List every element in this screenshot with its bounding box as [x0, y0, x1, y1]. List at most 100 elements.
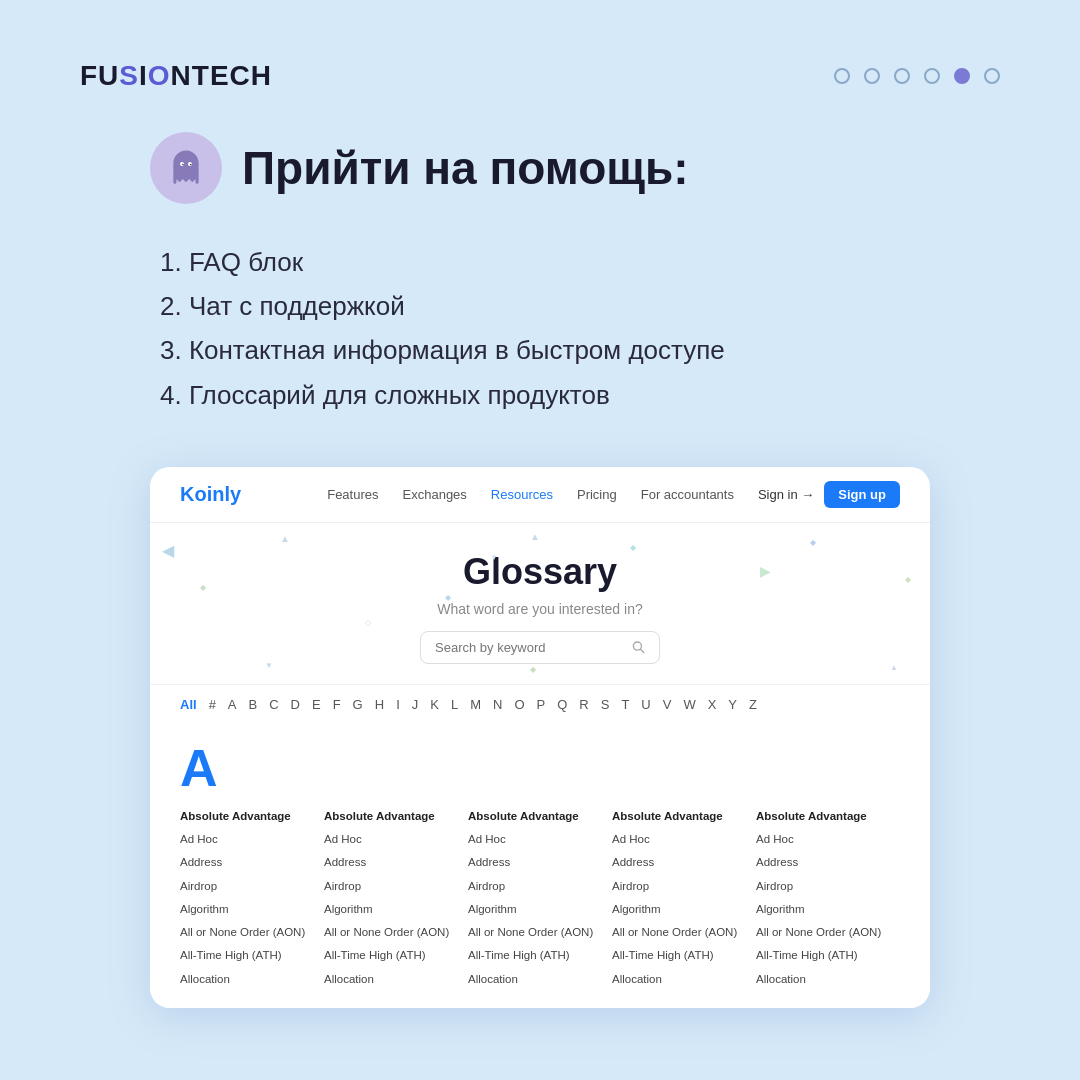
glossary-item[interactable]: Ad Hoc — [756, 831, 900, 848]
alpha-d[interactable]: D — [291, 697, 300, 712]
alpha-x[interactable]: X — [708, 697, 717, 712]
alpha-p[interactable]: P — [537, 697, 546, 712]
nav-pricing[interactable]: Pricing — [577, 487, 617, 502]
glossary-item[interactable]: Ad Hoc — [180, 831, 324, 848]
glossary-item[interactable]: All or None Order (AON) — [324, 924, 468, 941]
glossary-item[interactable]: Airdrop — [756, 878, 900, 895]
glossary-item[interactable]: Airdrop — [180, 878, 324, 895]
nav-exchanges[interactable]: Exchanges — [403, 487, 467, 502]
ghost-icon-container — [150, 132, 222, 204]
glossary-item[interactable]: Ad Hoc — [612, 831, 756, 848]
alpha-j[interactable]: J — [412, 697, 419, 712]
alpha-r[interactable]: R — [579, 697, 588, 712]
glossary-item[interactable]: Absolute Advantage — [756, 808, 900, 825]
alpha-m[interactable]: M — [470, 697, 481, 712]
glossary-item[interactable]: All-Time High (ATH) — [180, 947, 324, 964]
glossary-item[interactable]: All or None Order (AON) — [180, 924, 324, 941]
alpha-t[interactable]: T — [621, 697, 629, 712]
alpha-f[interactable]: F — [333, 697, 341, 712]
glossary-item[interactable]: Address — [180, 854, 324, 871]
dot-1[interactable] — [834, 68, 850, 84]
glossary-item[interactable]: Allocation — [324, 971, 468, 988]
glossary-item[interactable]: Address — [324, 854, 468, 871]
glossary-item[interactable]: All or None Order (AON) — [468, 924, 612, 941]
glossary-grid: Absolute Advantage Ad Hoc Address Airdro… — [150, 808, 930, 1008]
glossary-item[interactable]: Absolute Advantage — [612, 808, 756, 825]
pagination-dots — [834, 68, 1000, 84]
glossary-item[interactable]: Algorithm — [180, 901, 324, 918]
glossary-hero: ◀ ▲ ▲ ▼ ◆ ▶ ◆ ◆ ◆ ◆ ◆ ◆ ◇ Glossary What … — [150, 523, 930, 684]
glossary-item[interactable]: Address — [756, 854, 900, 871]
glossary-item[interactable]: Algorithm — [756, 901, 900, 918]
glossary-item[interactable]: Algorithm — [324, 901, 468, 918]
deco-diamond2: ◆ — [810, 538, 816, 547]
glossary-item[interactable]: All or None Order (AON) — [756, 924, 900, 941]
koinly-nav-links: Features Exchanges Resources Pricing For… — [327, 487, 734, 502]
glossary-item[interactable]: Address — [468, 854, 612, 871]
alpha-u[interactable]: U — [641, 697, 650, 712]
glossary-item[interactable]: Allocation — [612, 971, 756, 988]
glossary-col-4: Absolute Advantage Ad Hoc Address Airdro… — [612, 808, 756, 988]
glossary-item[interactable]: Allocation — [468, 971, 612, 988]
alpha-i[interactable]: I — [396, 697, 400, 712]
alpha-a[interactable]: A — [228, 697, 237, 712]
svg-point-3 — [190, 164, 192, 166]
alpha-e[interactable]: E — [312, 697, 321, 712]
glossary-item[interactable]: All-Time High (ATH) — [324, 947, 468, 964]
alpha-k[interactable]: K — [430, 697, 439, 712]
glossary-item[interactable]: All-Time High (ATH) — [468, 947, 612, 964]
alpha-hash[interactable]: # — [209, 697, 216, 712]
alpha-y[interactable]: Y — [728, 697, 737, 712]
alpha-b[interactable]: B — [249, 697, 258, 712]
glossary-col-5: Absolute Advantage Ad Hoc Address Airdro… — [756, 808, 900, 988]
glossary-item[interactable]: Airdrop — [468, 878, 612, 895]
nav-resources[interactable]: Resources — [491, 487, 553, 502]
glossary-item[interactable]: Absolute Advantage — [180, 808, 324, 825]
list-item-3: 3. Контактная информация в быстром досту… — [160, 328, 930, 372]
glossary-item[interactable]: Airdrop — [612, 878, 756, 895]
alpha-l[interactable]: L — [451, 697, 458, 712]
dot-2[interactable] — [864, 68, 880, 84]
glossary-item[interactable]: All or None Order (AON) — [612, 924, 756, 941]
glossary-item[interactable]: All-Time High (ATH) — [756, 947, 900, 964]
section-heading: Прийти на помощь: — [150, 132, 930, 204]
alpha-z[interactable]: Z — [749, 697, 757, 712]
glossary-item[interactable]: Algorithm — [612, 901, 756, 918]
glossary-item[interactable]: Allocation — [756, 971, 900, 988]
search-box[interactable] — [420, 631, 660, 664]
feature-list: 1. FAQ блок 2. Чат с поддержкой 3. Конта… — [150, 240, 930, 417]
glossary-item[interactable]: Ad Hoc — [468, 831, 612, 848]
alpha-v[interactable]: V — [663, 697, 672, 712]
alpha-s[interactable]: S — [601, 697, 610, 712]
glossary-item[interactable]: Ad Hoc — [324, 831, 468, 848]
alpha-h[interactable]: H — [375, 697, 384, 712]
deco-diamond8: ◇ — [365, 618, 371, 627]
current-letter-heading: A — [150, 724, 930, 808]
nav-for-accountants[interactable]: For accountants — [641, 487, 734, 502]
glossary-item[interactable]: Address — [612, 854, 756, 871]
nav-features[interactable]: Features — [327, 487, 378, 502]
dot-4[interactable] — [924, 68, 940, 84]
dot-3[interactable] — [894, 68, 910, 84]
glossary-item[interactable]: Allocation — [180, 971, 324, 988]
glossary-item[interactable]: Algorithm — [468, 901, 612, 918]
glossary-item[interactable]: Airdrop — [324, 878, 468, 895]
alpha-w[interactable]: W — [683, 697, 695, 712]
dot-6[interactable] — [984, 68, 1000, 84]
alpha-g[interactable]: G — [353, 697, 363, 712]
alpha-n[interactable]: N — [493, 697, 502, 712]
glossary-col-3: Absolute Advantage Ad Hoc Address Airdro… — [468, 808, 612, 988]
dot-5-active[interactable] — [954, 68, 970, 84]
alpha-q[interactable]: Q — [557, 697, 567, 712]
glossary-item[interactable]: Absolute Advantage — [468, 808, 612, 825]
alpha-o[interactable]: O — [514, 697, 524, 712]
koinly-signin[interactable]: Sign in → — [758, 487, 814, 502]
alpha-all[interactable]: All — [180, 697, 197, 712]
section-title: Прийти на помощь: — [242, 141, 689, 195]
glossary-item[interactable]: Absolute Advantage — [324, 808, 468, 825]
svg-point-2 — [182, 164, 184, 166]
search-input[interactable] — [435, 640, 624, 655]
koinly-signup[interactable]: Sign up — [824, 481, 900, 508]
alpha-c[interactable]: C — [269, 697, 278, 712]
glossary-item[interactable]: All-Time High (ATH) — [612, 947, 756, 964]
